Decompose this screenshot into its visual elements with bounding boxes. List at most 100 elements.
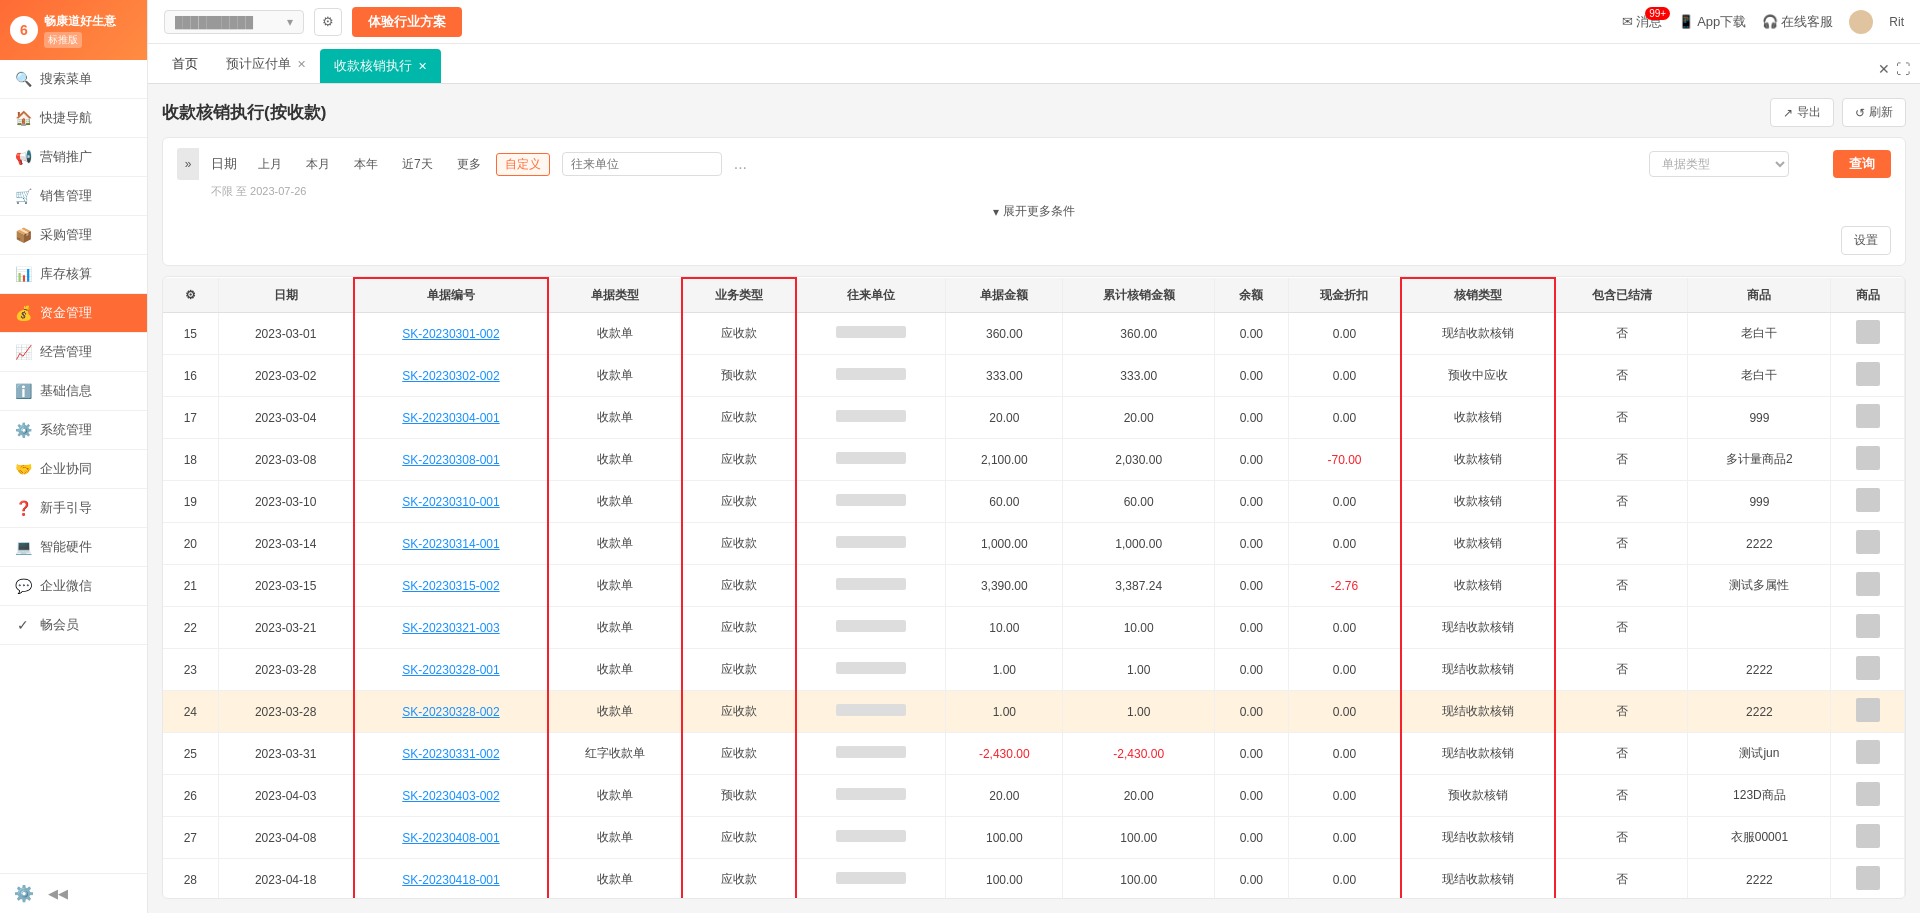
inventory-icon: 📊 bbox=[14, 266, 32, 282]
sidebar-item-marketing[interactable]: 📢 营销推广 bbox=[0, 138, 147, 177]
gear-icon: ⚙ bbox=[322, 14, 334, 29]
cell-biz-type: 应收款 bbox=[682, 565, 796, 607]
sidebar-item-finance[interactable]: 💰 资金管理 bbox=[0, 294, 147, 333]
doc-no-link[interactable]: SK-20230328-001 bbox=[402, 663, 499, 677]
doc-no-link[interactable]: SK-20230304-001 bbox=[402, 411, 499, 425]
service-icon: 🎧 bbox=[1762, 14, 1778, 29]
partner-input[interactable] bbox=[562, 152, 722, 176]
doc-no-link[interactable]: SK-20230308-001 bbox=[402, 453, 499, 467]
online-service-link[interactable]: 🎧 在线客服 bbox=[1762, 13, 1833, 31]
cell-goods: 测试jun bbox=[1688, 733, 1831, 775]
cell-partner bbox=[796, 607, 945, 649]
query-button[interactable]: 查询 bbox=[1833, 150, 1891, 178]
sidebar-item-guide[interactable]: ❓ 新手引导 bbox=[0, 489, 147, 528]
cell-write-off-type: 预收款核销 bbox=[1401, 775, 1554, 817]
app-logo: 6 畅康道好生意 标推版 bbox=[0, 0, 147, 60]
table-header-row: ⚙ 日期 单据编号 单据类型 业务类型 往来单位 单据金额 累计核销金额 余额 … bbox=[163, 278, 1905, 313]
tab-collection[interactable]: 收款核销执行 ✕ bbox=[320, 49, 441, 83]
sidebar-item-label: 快捷导航 bbox=[40, 109, 92, 127]
doc-no-link[interactable]: SK-20230315-002 bbox=[402, 579, 499, 593]
doc-no-link[interactable]: SK-20230314-001 bbox=[402, 537, 499, 551]
settings-icon[interactable]: ⚙️ bbox=[14, 884, 34, 903]
col-biz-type: 业务类型 bbox=[682, 278, 796, 313]
sidebar-item-inventory[interactable]: 📊 库存核算 bbox=[0, 255, 147, 294]
expand-conditions-btn[interactable]: ▾ 展开更多条件 bbox=[983, 199, 1085, 224]
gear-button[interactable]: ⚙ bbox=[314, 8, 342, 36]
cell-date: 2023-03-02 bbox=[218, 355, 353, 397]
sidebar-item-label: 企业微信 bbox=[40, 577, 92, 595]
collapse-icon[interactable]: ◀◀ bbox=[48, 886, 68, 901]
cell-balance: 0.00 bbox=[1215, 481, 1288, 523]
filter-more-dots[interactable]: ... bbox=[734, 155, 747, 173]
doc-no-link[interactable]: SK-20230328-002 bbox=[402, 705, 499, 719]
cell-goods: 2222 bbox=[1688, 523, 1831, 565]
sidebar-item-operation[interactable]: 📈 经营管理 bbox=[0, 333, 147, 372]
cell-goods: 999 bbox=[1688, 481, 1831, 523]
doc-no-link[interactable]: SK-20230331-002 bbox=[402, 747, 499, 761]
col-gear[interactable]: ⚙ bbox=[163, 278, 218, 313]
cell-biz-type: 应收款 bbox=[682, 481, 796, 523]
date-btn-last-month[interactable]: 上月 bbox=[249, 153, 291, 176]
cell-write-off-type: 现结收款核销 bbox=[1401, 859, 1554, 900]
tab-home[interactable]: 首页 bbox=[158, 47, 212, 83]
refresh-icon: ↺ bbox=[1855, 106, 1865, 120]
cell-write-off: 10.00 bbox=[1063, 607, 1215, 649]
cell-doc-no: SK-20230310-001 bbox=[354, 481, 549, 523]
tab-receipt[interactable]: 预计应付单 ✕ bbox=[212, 47, 320, 83]
sidebar-item-quick[interactable]: 🏠 快捷导航 bbox=[0, 99, 147, 138]
message-link[interactable]: ✉ 消息 99+ bbox=[1622, 13, 1662, 31]
sidebar-item-corp[interactable]: 🤝 企业协同 bbox=[0, 450, 147, 489]
maximize-icon[interactable]: ⛶ bbox=[1896, 61, 1910, 77]
cell-balance: 0.00 bbox=[1215, 607, 1288, 649]
cell-doc-no: SK-20230408-001 bbox=[354, 817, 549, 859]
doc-no-link[interactable]: SK-20230321-003 bbox=[402, 621, 499, 635]
date-range-display: 不限 至 2023-07-26 bbox=[211, 184, 1891, 199]
filter-settings-button[interactable]: 设置 bbox=[1841, 226, 1891, 255]
cell-goods: 衣服00001 bbox=[1688, 817, 1831, 859]
cell-goods2 bbox=[1831, 313, 1905, 355]
sidebar-item-member[interactable]: ✓ 畅会员 bbox=[0, 606, 147, 645]
sidebar-item-search[interactable]: 🔍 搜索菜单 bbox=[0, 60, 147, 99]
tab-receipt-close[interactable]: ✕ bbox=[297, 58, 306, 71]
doc-no-link[interactable]: SK-20230403-002 bbox=[402, 789, 499, 803]
date-btn-custom[interactable]: 自定义 bbox=[496, 153, 550, 176]
date-btn-7days[interactable]: 近7天 bbox=[393, 153, 442, 176]
cell-balance: 0.00 bbox=[1215, 733, 1288, 775]
doc-no-link[interactable]: SK-20230418-001 bbox=[402, 873, 499, 887]
date-btn-more[interactable]: 更多 bbox=[448, 153, 490, 176]
date-btn-this-month[interactable]: 本月 bbox=[297, 153, 339, 176]
sidebar-item-system[interactable]: ⚙️ 系统管理 bbox=[0, 411, 147, 450]
sidebar-item-sales[interactable]: 🛒 销售管理 bbox=[0, 177, 147, 216]
cell-date: 2023-03-04 bbox=[218, 397, 353, 439]
datasource-dropdown[interactable]: ██████████ ▾ bbox=[164, 10, 304, 34]
doc-type-select[interactable]: 单据类型 bbox=[1649, 151, 1789, 177]
industry-solution-button[interactable]: 体验行业方案 bbox=[352, 7, 462, 37]
cell-goods2 bbox=[1831, 607, 1905, 649]
app-download-link[interactable]: 📱 App下载 bbox=[1678, 13, 1746, 31]
tab-collection-close[interactable]: ✕ bbox=[418, 60, 427, 73]
doc-no-link[interactable]: SK-20230408-001 bbox=[402, 831, 499, 845]
cell-biz-type: 应收款 bbox=[682, 313, 796, 355]
sidebar-item-label: 企业协同 bbox=[40, 460, 92, 478]
cell-doc-type: 收款单 bbox=[548, 313, 682, 355]
sidebar-item-hardware[interactable]: 💻 智能硬件 bbox=[0, 528, 147, 567]
date-btn-this-year[interactable]: 本年 bbox=[345, 153, 387, 176]
cell-balance: 0.00 bbox=[1215, 565, 1288, 607]
cell-include-settled: 否 bbox=[1555, 691, 1688, 733]
doc-no-link[interactable]: SK-20230302-002 bbox=[402, 369, 499, 383]
page-title: 收款核销执行(按收款) bbox=[162, 101, 326, 124]
sidebar-item-basic[interactable]: ℹ️ 基础信息 bbox=[0, 372, 147, 411]
doc-no-link[interactable]: SK-20230301-002 bbox=[402, 327, 499, 341]
app-name: 畅康道好生意 bbox=[44, 13, 116, 30]
filter-collapse-btn[interactable]: » bbox=[177, 148, 199, 180]
export-button[interactable]: ↗ 导出 bbox=[1770, 98, 1834, 127]
logo-icon: 6 bbox=[10, 16, 38, 44]
close-window-icon[interactable]: ✕ bbox=[1878, 61, 1890, 77]
table-row: 23 2023-03-28 SK-20230328-001 收款单 应收款 1.… bbox=[163, 649, 1905, 691]
cell-write-off-type: 收款核销 bbox=[1401, 565, 1554, 607]
sidebar-item-wechat[interactable]: 💬 企业微信 bbox=[0, 567, 147, 606]
doc-no-link[interactable]: SK-20230310-001 bbox=[402, 495, 499, 509]
refresh-button[interactable]: ↺ 刷新 bbox=[1842, 98, 1906, 127]
sidebar-item-purchase[interactable]: 📦 采购管理 bbox=[0, 216, 147, 255]
col-goods2: 商品 bbox=[1831, 278, 1905, 313]
